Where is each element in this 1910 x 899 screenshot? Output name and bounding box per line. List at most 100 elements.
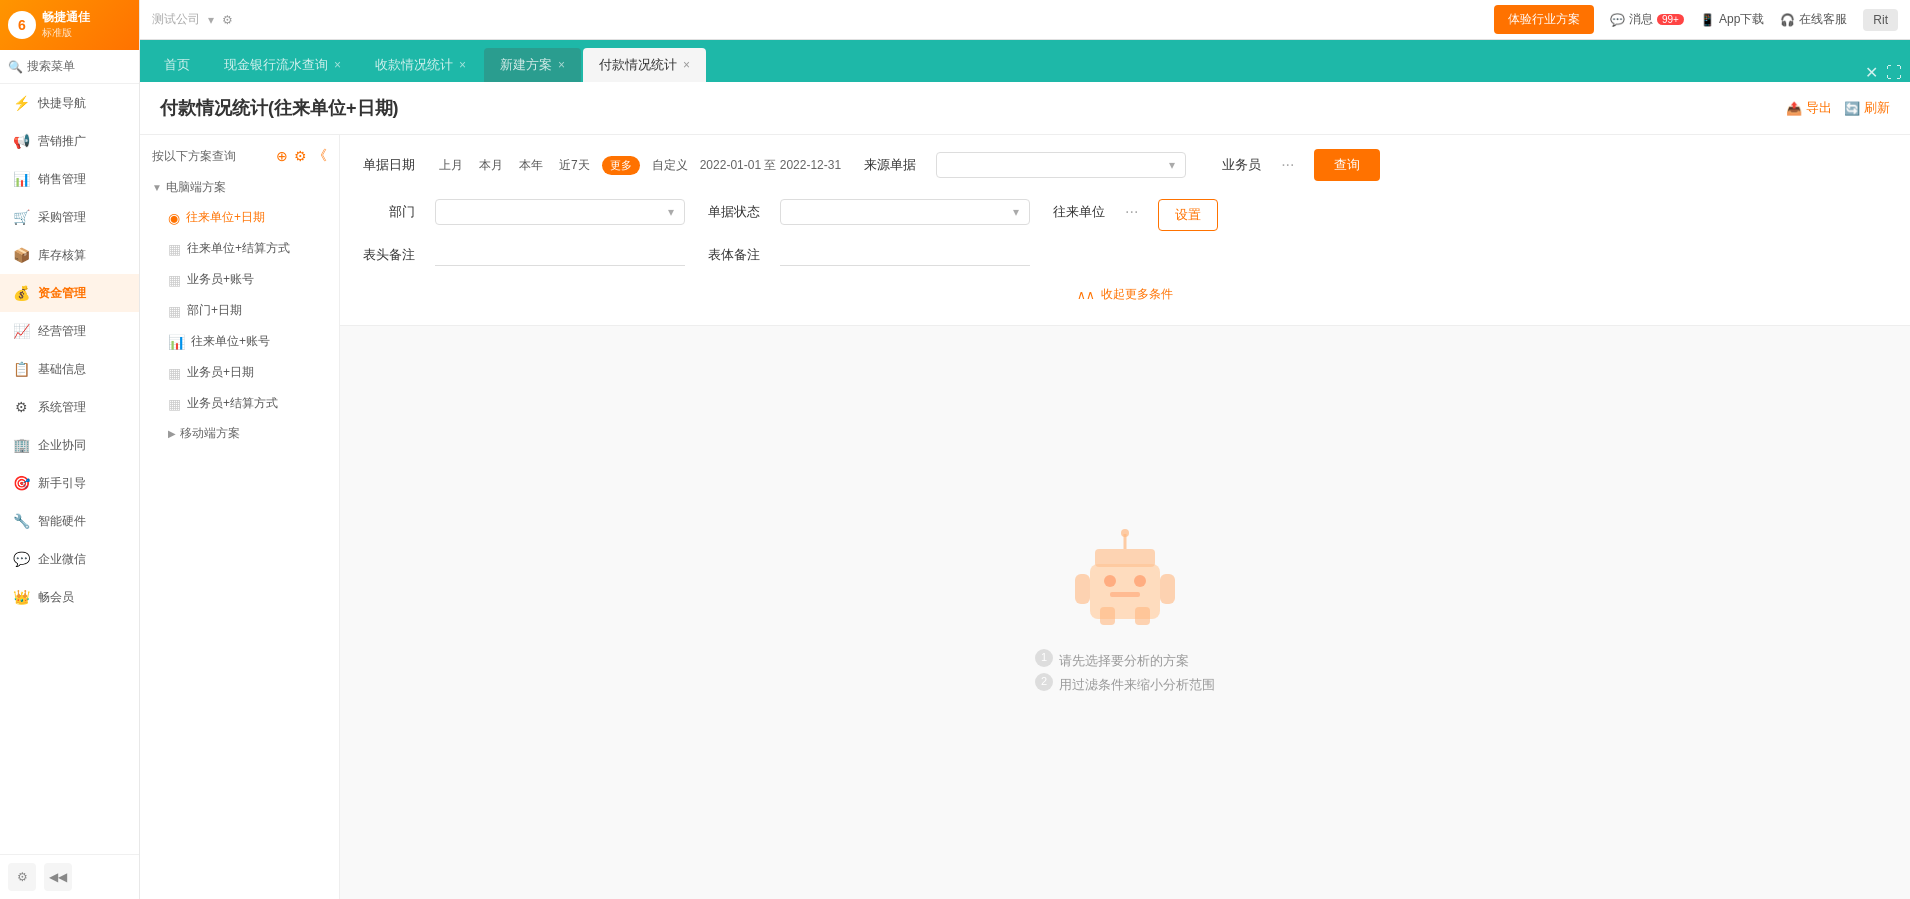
date-last-month[interactable]: 上月 [435, 155, 467, 176]
purchase-icon: 🛒 [12, 208, 30, 226]
scheme-item-staff-date[interactable]: ▦ 业务员+日期 [140, 357, 339, 388]
sidebar-item-guide[interactable]: 🎯 新手引导 [0, 464, 139, 502]
dept-select[interactable]: ▾ [435, 199, 685, 225]
settings-footer-btn[interactable]: ⚙ [8, 863, 36, 891]
scheme-group-desktop-header[interactable]: ▼ 电脑端方案 [140, 173, 339, 202]
tab-payment-detail-close[interactable]: × [683, 58, 690, 72]
hardware-icon: 🔧 [12, 512, 30, 530]
export-label: 导出 [1806, 99, 1832, 117]
sidebar-item-quick-nav[interactable]: ⚡ 快捷导航 [0, 84, 139, 122]
sidebar-item-finance[interactable]: 💰 资金管理 [0, 274, 139, 312]
tab-payment-stats[interactable]: 收款情况统计 × [359, 48, 482, 82]
message-label: 消息 [1629, 11, 1653, 28]
tab-expand-btn[interactable]: ⛶ [1886, 64, 1902, 82]
date-custom[interactable]: 自定义 [648, 155, 692, 176]
sidebar-item-label: 系统管理 [38, 399, 86, 416]
sidebar-item-enterprise[interactable]: 🏢 企业协同 [0, 426, 139, 464]
sidebar-item-inventory[interactable]: 📦 库存核算 [0, 236, 139, 274]
topbar-settings-icon[interactable]: ⚙ [222, 13, 233, 27]
filter-main: 单据日期 上月 本月 本年 近7天 更多 自定义 2022-01-01 至 20… [360, 149, 1890, 278]
sidebar-item-vip[interactable]: 👑 畅会员 [0, 578, 139, 616]
logo-text: 畅捷通佳 [42, 10, 90, 24]
tab-cash-flow-close[interactable]: × [334, 58, 341, 72]
tab-new-scheme-label: 新建方案 [500, 56, 552, 74]
date-this-year[interactable]: 本年 [515, 155, 547, 176]
experience-btn[interactable]: 体验行业方案 [1494, 5, 1594, 34]
sidebar-item-label: 企业协同 [38, 437, 86, 454]
tip-num-1: 1 [1035, 649, 1053, 667]
settings-btn[interactable]: 设置 [1158, 199, 1218, 231]
add-scheme-btn[interactable]: ⊕ [276, 148, 288, 164]
refresh-label: 刷新 [1864, 99, 1890, 117]
sidebar-item-purchase[interactable]: 🛒 采购管理 [0, 198, 139, 236]
message-badge: 99+ [1657, 14, 1684, 25]
date-7days[interactable]: 近7天 [555, 155, 594, 176]
query-btn[interactable]: 查询 [1314, 149, 1380, 181]
sidebar-item-label: 畅会员 [38, 589, 74, 606]
user-avatar-action[interactable]: Rit [1863, 9, 1898, 31]
header-note-input[interactable] [435, 243, 685, 266]
search-menu[interactable]: 🔍 搜索菜单 [0, 50, 139, 84]
date-more[interactable]: 更多 [602, 156, 640, 175]
tab-new-scheme-close[interactable]: × [558, 58, 565, 72]
sidebar-item-marketing[interactable]: 📢 营销推广 [0, 122, 139, 160]
source-select[interactable]: ▾ [936, 152, 1186, 178]
sidebar-item-system[interactable]: ⚙ 系统管理 [0, 388, 139, 426]
scheme-item-label: 业务员+日期 [187, 364, 254, 381]
sidebar-footer: ⚙ ◀◀ [0, 854, 139, 899]
scheme-item-unit-account[interactable]: 📊 往来单位+账号 [140, 326, 339, 357]
guide-icon: 🎯 [12, 474, 30, 492]
scheme-item-label: 业务员+结算方式 [187, 395, 278, 412]
inventory-icon: 📦 [12, 246, 30, 264]
sidebar-item-wechat[interactable]: 💬 企业微信 [0, 540, 139, 578]
sidebar-item-basic[interactable]: 📋 基础信息 [0, 350, 139, 388]
main-content: 按以下方案查询 ⊕ ⚙ 《 ▼ 电脑端方案 ◉ [140, 135, 1910, 899]
export-btn[interactable]: 📤 导出 [1786, 99, 1832, 117]
sidebar: 6 畅捷通佳 标准版 🔍 搜索菜单 ⚡ 快捷导航 📢 营销推广 📊 销售管理 [0, 0, 140, 899]
sidebar-item-label: 新手引导 [38, 475, 86, 492]
sidebar-item-sales[interactable]: 📊 销售管理 [0, 160, 139, 198]
collapse-sidebar-btn[interactable]: ◀◀ [44, 863, 72, 891]
collapse-filter-btn[interactable]: ∧∧ 收起更多条件 [360, 278, 1890, 311]
scheme-item-staff-settle[interactable]: ▦ 业务员+结算方式 [140, 388, 339, 419]
tab-new-scheme[interactable]: 新建方案 × [484, 48, 581, 82]
empty-tip-2: 2 用过滤条件来缩小分析范围 [1035, 673, 1215, 696]
svg-rect-5 [1135, 607, 1150, 625]
scheme-group-mobile-header[interactable]: ▶ 移动端方案 [140, 419, 339, 448]
wechat-icon: 💬 [12, 550, 30, 568]
scheme-item-dept-date[interactable]: ▦ 部门+日期 [140, 295, 339, 326]
tab-payment-stats-label: 收款情况统计 [375, 56, 453, 74]
scheme-settings-btn[interactable]: ⚙ [294, 148, 307, 164]
scheme-item-unit-settle[interactable]: ▦ 往来单位+结算方式 [140, 233, 339, 264]
collapse-panel-btn[interactable]: 《 [313, 147, 327, 165]
tab-home[interactable]: 首页 [148, 48, 206, 82]
sidebar-item-operation[interactable]: 📈 经营管理 [0, 312, 139, 350]
scheme-item-unit-date[interactable]: ◉ 往来单位+日期 [140, 202, 339, 233]
collapse-arrow-icon: ∧∧ [1077, 288, 1095, 302]
tab-home-label: 首页 [164, 56, 190, 74]
topbar-company: 测试公司 ▾ ⚙ [152, 11, 1486, 28]
date-this-month[interactable]: 本月 [475, 155, 507, 176]
message-action[interactable]: 💬 消息 99+ [1610, 11, 1684, 28]
sidebar-item-hardware[interactable]: 🔧 智能硬件 [0, 502, 139, 540]
tab-close-all-btn[interactable]: ✕ [1865, 63, 1878, 82]
tab-payment-detail[interactable]: 付款情况统计 × [583, 48, 706, 82]
tab-cash-flow[interactable]: 现金银行流水查询 × [208, 48, 357, 82]
edition-label: 标准版 [42, 26, 90, 40]
sidebar-item-label: 采购管理 [38, 209, 86, 226]
svg-rect-8 [1110, 592, 1140, 597]
scheme-item-staff-account[interactable]: ▦ 业务员+账号 [140, 264, 339, 295]
app-download-action[interactable]: 📱 App下载 [1700, 11, 1764, 28]
left-panel-label: 按以下方案查询 [152, 148, 236, 165]
staff-dots[interactable]: ··· [1281, 156, 1294, 174]
unit-dots[interactable]: ··· [1125, 203, 1138, 221]
bill-status-select[interactable]: ▾ [780, 199, 1030, 225]
tab-payment-stats-close[interactable]: × [459, 58, 466, 72]
refresh-btn[interactable]: 🔄 刷新 [1844, 99, 1890, 117]
left-panel-header-actions: ⊕ ⚙ 《 [276, 147, 327, 165]
bill-status-label: 单据状态 [705, 203, 760, 221]
body-note-input[interactable] [780, 243, 1030, 266]
company-dropdown-icon[interactable]: ▾ [208, 13, 214, 27]
tip-text-1: 请先选择要分析的方案 [1059, 649, 1189, 672]
online-service-action[interactable]: 🎧 在线客服 [1780, 11, 1847, 28]
